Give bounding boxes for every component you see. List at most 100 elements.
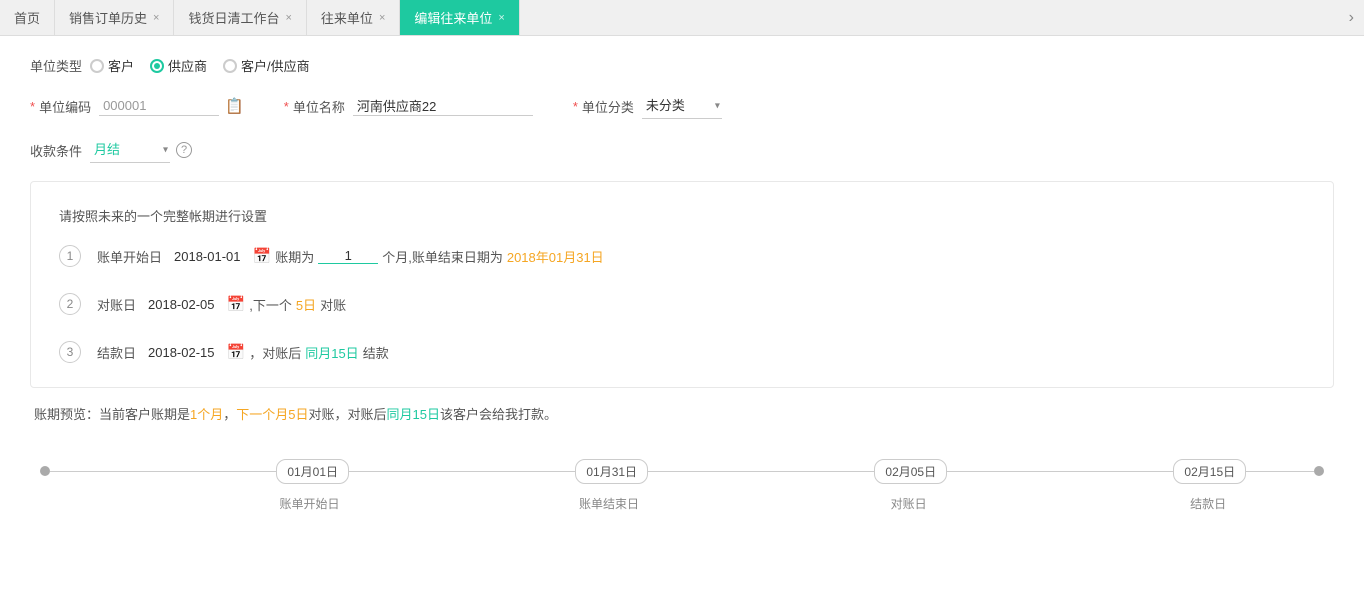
tab-sales-history[interactable]: 销售订单历史 ×	[55, 0, 174, 35]
tab-bar: 首页 销售订单历史 × 钱货日清工作台 × 往来单位 × 编辑往来单位 × ›	[0, 0, 1364, 36]
payment-row: 收款条件 月结 ▾ ?	[30, 137, 1334, 163]
tab-sales-history-close[interactable]: ×	[153, 12, 159, 24]
tl-badge-1: 01月31日	[575, 459, 648, 484]
step-3-label: 结款日	[97, 343, 136, 362]
code-copy-icon[interactable]: 📋	[225, 97, 244, 115]
tl-line-0	[50, 471, 276, 472]
tl-label-3: 结款日	[1168, 495, 1248, 512]
tab-cashflow[interactable]: 钱货日清工作台 ×	[174, 0, 306, 35]
code-label: 单位编码	[39, 97, 91, 116]
tab-partners-label: 往来单位	[321, 8, 373, 27]
settings-section: 请按照未来的一个完整帐期进行设置 1 账单开始日 2018-01-01 📅 账期…	[30, 181, 1334, 388]
step-3-num: 3	[59, 341, 81, 363]
name-field-wrap: * 单位名称	[284, 96, 533, 116]
code-field-wrap: * 单位编码 📋	[30, 96, 244, 116]
tab-more-button[interactable]: ›	[1339, 0, 1364, 35]
preview-sep2: 对账，对账后	[309, 407, 387, 422]
step-2-row: 2 对账日 2018-02-05 📅 ,下一个 5日 对账	[59, 293, 1305, 315]
tl-label-0: 账单开始日	[270, 495, 350, 512]
unit-type-row: 单位类型 客户 供应商 客户/供应商	[30, 56, 1334, 75]
step-1-cal-icon[interactable]: 📅	[253, 247, 272, 265]
timeline-right-dot	[1314, 466, 1324, 476]
radio-both[interactable]: 客户/供应商	[223, 56, 310, 75]
category-required: *	[573, 99, 578, 114]
radio-both-circle	[223, 59, 237, 73]
timeline-row: 01月01日 01月31日 02月05日 02月15日	[40, 451, 1324, 491]
tl-line-4	[1246, 471, 1314, 472]
tl-label-2: 对账日	[869, 495, 949, 512]
radio-supplier[interactable]: 供应商	[150, 56, 207, 75]
step-1-suffix: 个月,账单结束日期为	[382, 247, 503, 266]
tab-cashflow-label: 钱货日清工作台	[188, 8, 279, 27]
step-3-cal-icon[interactable]: 📅	[227, 343, 246, 361]
tab-edit-partner-close[interactable]: ×	[498, 12, 504, 24]
category-select[interactable]: 未分类 ▾	[642, 93, 722, 119]
tl-line-2	[648, 471, 874, 472]
step-2-date: 2018-02-05	[148, 297, 215, 312]
timeline-left-dot	[40, 466, 50, 476]
category-label: 单位分类	[582, 97, 634, 116]
tab-home[interactable]: 首页	[0, 0, 55, 35]
name-label: 单位名称	[293, 97, 345, 116]
tab-cashflow-close[interactable]: ×	[285, 12, 291, 24]
step-1-date: 2018-01-01	[174, 249, 241, 264]
name-input[interactable]	[353, 96, 533, 116]
preview-suffix: 该客户会给我打款。	[440, 407, 557, 422]
code-input[interactable]	[99, 96, 219, 116]
step-2-num: 2	[59, 293, 81, 315]
timeline-labels-row: 账单开始日 账单结束日 对账日 结款日	[40, 495, 1324, 512]
step-3-row: 3 结款日 2018-02-15 📅 ，对账后 同月15日 结款	[59, 341, 1305, 363]
main-content: 单位类型 客户 供应商 客户/供应商 * 单位编码 📋 * 单位名称	[0, 36, 1364, 608]
section-title: 请按照未来的一个完整帐期进行设置	[59, 206, 1305, 225]
step-1-num: 1	[59, 245, 81, 267]
step-2-cal-icon[interactable]: 📅	[227, 295, 246, 313]
radio-supplier-circle	[150, 59, 164, 73]
preview-prefix: 账期预览：当前客户账期是	[34, 407, 190, 422]
payment-value: 月结	[90, 137, 170, 160]
tl-node-1: 01月01日	[276, 459, 349, 484]
code-name-row: * 单位编码 📋 * 单位名称 * 单位分类 未分类 ▾	[30, 93, 1334, 119]
tl-line-1	[349, 471, 575, 472]
step-3-date: 2018-02-15	[148, 345, 215, 360]
name-required: *	[284, 99, 289, 114]
radio-customer-circle	[90, 59, 104, 73]
step-2-prefix: ,下一个	[249, 295, 292, 314]
step-2-highlight: 5日	[296, 295, 316, 314]
step-3-highlight: 同月15日	[305, 343, 358, 362]
tab-edit-partner[interactable]: 编辑往来单位 ×	[400, 0, 519, 35]
preview-part2: 下一个月5日	[236, 407, 308, 422]
payment-help-icon[interactable]: ?	[176, 142, 192, 158]
step-2-suffix: 对账	[320, 295, 346, 314]
payment-select[interactable]: 月结 ▾	[90, 137, 170, 163]
radio-customer[interactable]: 客户	[90, 56, 134, 75]
tab-partners[interactable]: 往来单位 ×	[307, 0, 400, 35]
tl-line-3	[947, 471, 1173, 472]
category-field-wrap: * 单位分类 未分类 ▾	[573, 93, 722, 119]
unit-type-radio-group: 客户 供应商 客户/供应商	[90, 56, 310, 75]
tl-badge-0: 01月01日	[276, 459, 349, 484]
tl-label-1: 账单结束日	[569, 495, 649, 512]
tl-node-4: 02月15日	[1173, 459, 1246, 484]
preview-sep1: ，	[223, 407, 236, 422]
tl-badge-2: 02月05日	[874, 459, 947, 484]
timeline-container: 01月01日 01月31日 02月05日 02月15日	[30, 447, 1334, 512]
preview-text: 账期预览：当前客户账期是1个月，下一个月5日对账，对账后同月15日该客户会给我打…	[30, 404, 1334, 423]
step-1-label: 账单开始日	[97, 247, 162, 266]
step-1-mid: 账期为	[275, 247, 314, 266]
tl-node-2: 01月31日	[575, 459, 648, 484]
unit-type-label: 单位类型	[30, 56, 82, 75]
step-1-row: 1 账单开始日 2018-01-01 📅 账期为 个月,账单结束日期为 2018…	[59, 245, 1305, 267]
tab-partners-close[interactable]: ×	[379, 12, 385, 24]
preview-part1: 1个月	[190, 407, 223, 422]
radio-both-label: 客户/供应商	[241, 56, 310, 75]
step-1-highlight: 2018年01月31日	[507, 247, 604, 266]
preview-part3: 同月15日	[387, 407, 440, 422]
radio-supplier-label: 供应商	[168, 56, 207, 75]
step-3-prefix: ，对账后	[249, 343, 301, 362]
tl-node-3: 02月05日	[874, 459, 947, 484]
tl-badge-3: 02月15日	[1173, 459, 1246, 484]
step-1-months-input[interactable]	[318, 248, 378, 264]
step-2-label: 对账日	[97, 295, 136, 314]
payment-label: 收款条件	[30, 141, 82, 160]
step-3-suffix: 结款	[363, 343, 389, 362]
